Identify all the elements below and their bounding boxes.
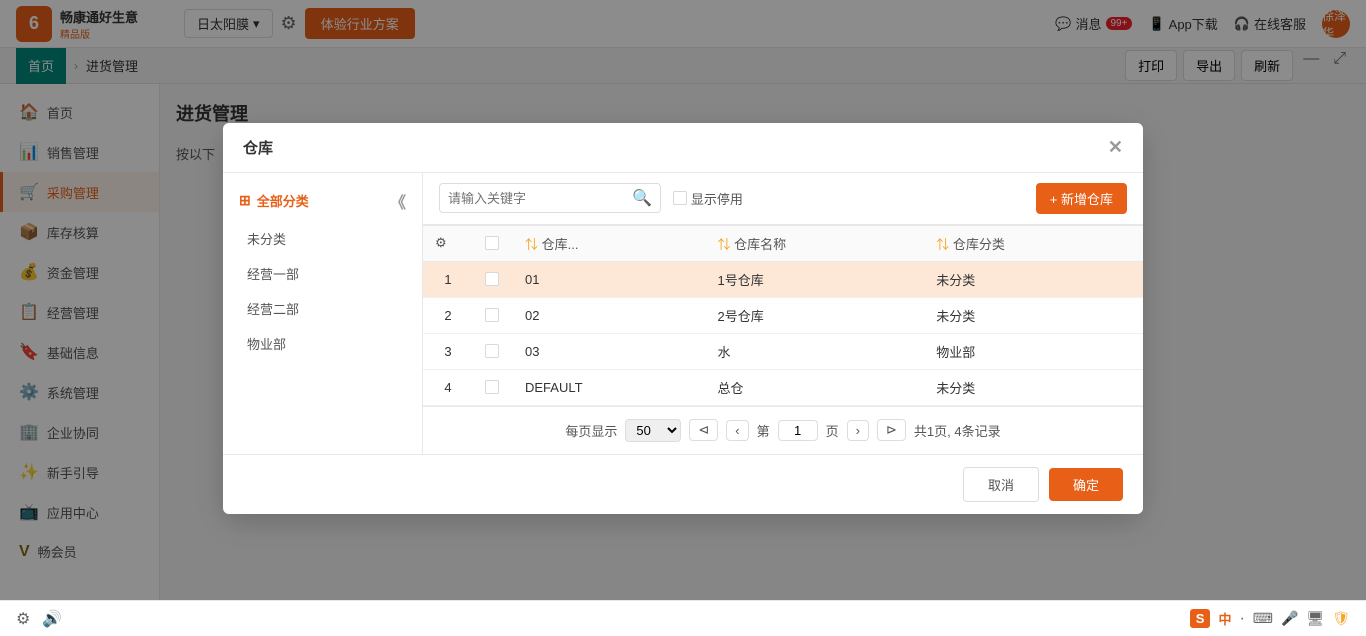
add-warehouse-btn[interactable]: + 新增仓库 bbox=[1036, 183, 1127, 214]
row-gear-1: 1 bbox=[423, 261, 473, 297]
modal-backdrop: 仓库 ✕ ⊞ 全部分类 《 未分类 经营一部 经营二部 物业部 bbox=[0, 0, 1366, 636]
row-cat-3: 物业部 bbox=[924, 333, 1143, 369]
page-size-label: 每页显示 bbox=[565, 421, 617, 440]
row-cat-1: 未分类 bbox=[924, 261, 1143, 297]
shield-icon[interactable]: 🛡 bbox=[1332, 610, 1350, 627]
select-all-checkbox[interactable] bbox=[485, 236, 499, 250]
row-gear-4: 4 bbox=[423, 369, 473, 405]
modal-body: ⊞ 全部分类 《 未分类 经营一部 经营二部 物业部 🔍 bbox=[223, 173, 1143, 454]
row-code-2: 02 bbox=[513, 297, 706, 333]
category-header: ⊞ 全部分类 《 bbox=[223, 181, 422, 221]
row-name-1: 1号仓库 bbox=[706, 261, 925, 297]
dot-icon: · bbox=[1239, 610, 1244, 628]
modal-header: 仓库 ✕ bbox=[223, 123, 1143, 173]
last-page-btn[interactable]: ⊳ bbox=[877, 419, 906, 441]
first-page-btn[interactable]: ⊲ bbox=[689, 419, 718, 441]
row-code-4: DEFAULT bbox=[513, 369, 706, 405]
warehouse-modal: 仓库 ✕ ⊞ 全部分类 《 未分类 经营一部 经营二部 物业部 bbox=[223, 123, 1143, 514]
all-categories[interactable]: ⊞ 全部分类 bbox=[239, 191, 309, 210]
table-header: ⚙ ⇅ 仓库... ⇅ bbox=[423, 225, 1143, 261]
page-size-select[interactable]: 50 10 20 100 bbox=[625, 419, 681, 442]
bottom-right-icons: S 中 · ⌨ 🎤 🖥 🛡 bbox=[1190, 609, 1350, 628]
row-cb-2 bbox=[473, 297, 513, 333]
row-name-2: 2号仓库 bbox=[706, 297, 925, 333]
page-input[interactable] bbox=[778, 420, 818, 441]
collapse-icon[interactable]: 《 bbox=[390, 189, 406, 213]
table-row[interactable]: 4 DEFAULT 总仓 未分类 bbox=[423, 369, 1143, 405]
page-label: 第 bbox=[757, 421, 770, 440]
row-cat-4: 未分类 bbox=[924, 369, 1143, 405]
sort-icon: ⇅ bbox=[525, 237, 538, 252]
next-page-btn[interactable]: › bbox=[847, 420, 869, 441]
gear-icon[interactable]: ⚙ bbox=[435, 235, 447, 250]
row-cb-1 bbox=[473, 261, 513, 297]
bottom-icons: ⚙ 🔊 bbox=[16, 609, 62, 629]
row-code-1: 01 bbox=[513, 261, 706, 297]
row-cb-3 bbox=[473, 333, 513, 369]
confirm-btn[interactable]: 确定 bbox=[1049, 468, 1123, 501]
bottom-bar: ⚙ 🔊 S 中 · ⌨ 🎤 🖥 🛡 bbox=[0, 600, 1366, 636]
prev-page-btn[interactable]: ‹ bbox=[726, 420, 748, 441]
row-cat-2: 未分类 bbox=[924, 297, 1143, 333]
s-logo: S bbox=[1190, 609, 1211, 628]
row-checkbox-1[interactable] bbox=[485, 272, 499, 286]
row-checkbox-4[interactable] bbox=[485, 380, 499, 394]
row-checkbox-3[interactable] bbox=[485, 344, 499, 358]
show-disabled-checkbox[interactable] bbox=[673, 191, 687, 205]
category-item-1[interactable]: 经营一部 bbox=[223, 256, 422, 291]
th-checkbox bbox=[473, 225, 513, 261]
table-scroll: ⚙ ⇅ 仓库... ⇅ bbox=[423, 225, 1143, 406]
th-name: ⇅ 仓库名称 bbox=[706, 225, 925, 261]
table-panel: 🔍 显示停用 + 新增仓库 ⚙ bbox=[423, 173, 1143, 454]
show-disabled-label: 显示停用 bbox=[673, 189, 743, 208]
settings-bottom-icon[interactable]: ⚙ bbox=[16, 609, 30, 629]
category-item-3[interactable]: 物业部 bbox=[223, 326, 422, 361]
table-row[interactable]: 2 02 2号仓库 未分类 bbox=[423, 297, 1143, 333]
search-input[interactable] bbox=[448, 191, 628, 206]
row-code-3: 03 bbox=[513, 333, 706, 369]
category-item-2[interactable]: 经营二部 bbox=[223, 291, 422, 326]
category-panel: ⊞ 全部分类 《 未分类 经营一部 经营二部 物业部 bbox=[223, 173, 423, 454]
mic-icon[interactable]: 🎤 bbox=[1281, 610, 1298, 627]
table-body: 1 01 1号仓库 未分类 2 bbox=[423, 261, 1143, 405]
modal-footer: 取消 确定 bbox=[223, 454, 1143, 514]
search-box: 🔍 bbox=[439, 183, 661, 213]
data-table: ⚙ ⇅ 仓库... ⇅ bbox=[423, 225, 1143, 406]
keyboard-icon[interactable]: ⌨ bbox=[1253, 610, 1273, 627]
table-row[interactable]: 1 01 1号仓库 未分类 bbox=[423, 261, 1143, 297]
search-icon[interactable]: 🔍 bbox=[632, 188, 652, 208]
cancel-btn[interactable]: 取消 bbox=[963, 467, 1039, 502]
table-row[interactable]: 3 03 水 物业部 bbox=[423, 333, 1143, 369]
category-item-0[interactable]: 未分类 bbox=[223, 221, 422, 256]
row-cb-4 bbox=[473, 369, 513, 405]
row-name-3: 水 bbox=[706, 333, 925, 369]
th-code: ⇅ 仓库... bbox=[513, 225, 706, 261]
pagination: 每页显示 50 10 20 100 ⊲ ‹ 第 页 › ⊳ 共1页, 4条记录 bbox=[423, 406, 1143, 454]
zh-icon[interactable]: 中 bbox=[1218, 609, 1231, 628]
grid-icon: ⊞ bbox=[239, 192, 251, 209]
th-gear: ⚙ bbox=[423, 225, 473, 261]
total-info: 共1页, 4条记录 bbox=[914, 421, 1001, 440]
close-icon[interactable]: ✕ bbox=[1108, 137, 1123, 158]
row-checkbox-2[interactable] bbox=[485, 308, 499, 322]
page-unit: 页 bbox=[826, 421, 839, 440]
row-gear-3: 3 bbox=[423, 333, 473, 369]
row-gear-2: 2 bbox=[423, 297, 473, 333]
table-toolbar: 🔍 显示停用 + 新增仓库 bbox=[423, 173, 1143, 225]
sort-icon-name: ⇅ bbox=[718, 237, 731, 252]
sound-icon[interactable]: 🔊 bbox=[42, 609, 62, 629]
row-name-4: 总仓 bbox=[706, 369, 925, 405]
th-category: ⇅ 仓库分类 bbox=[924, 225, 1143, 261]
monitor-icon[interactable]: 🖥 bbox=[1306, 610, 1324, 627]
sort-icon-cat: ⇅ bbox=[936, 237, 949, 252]
modal-title: 仓库 bbox=[243, 137, 273, 158]
